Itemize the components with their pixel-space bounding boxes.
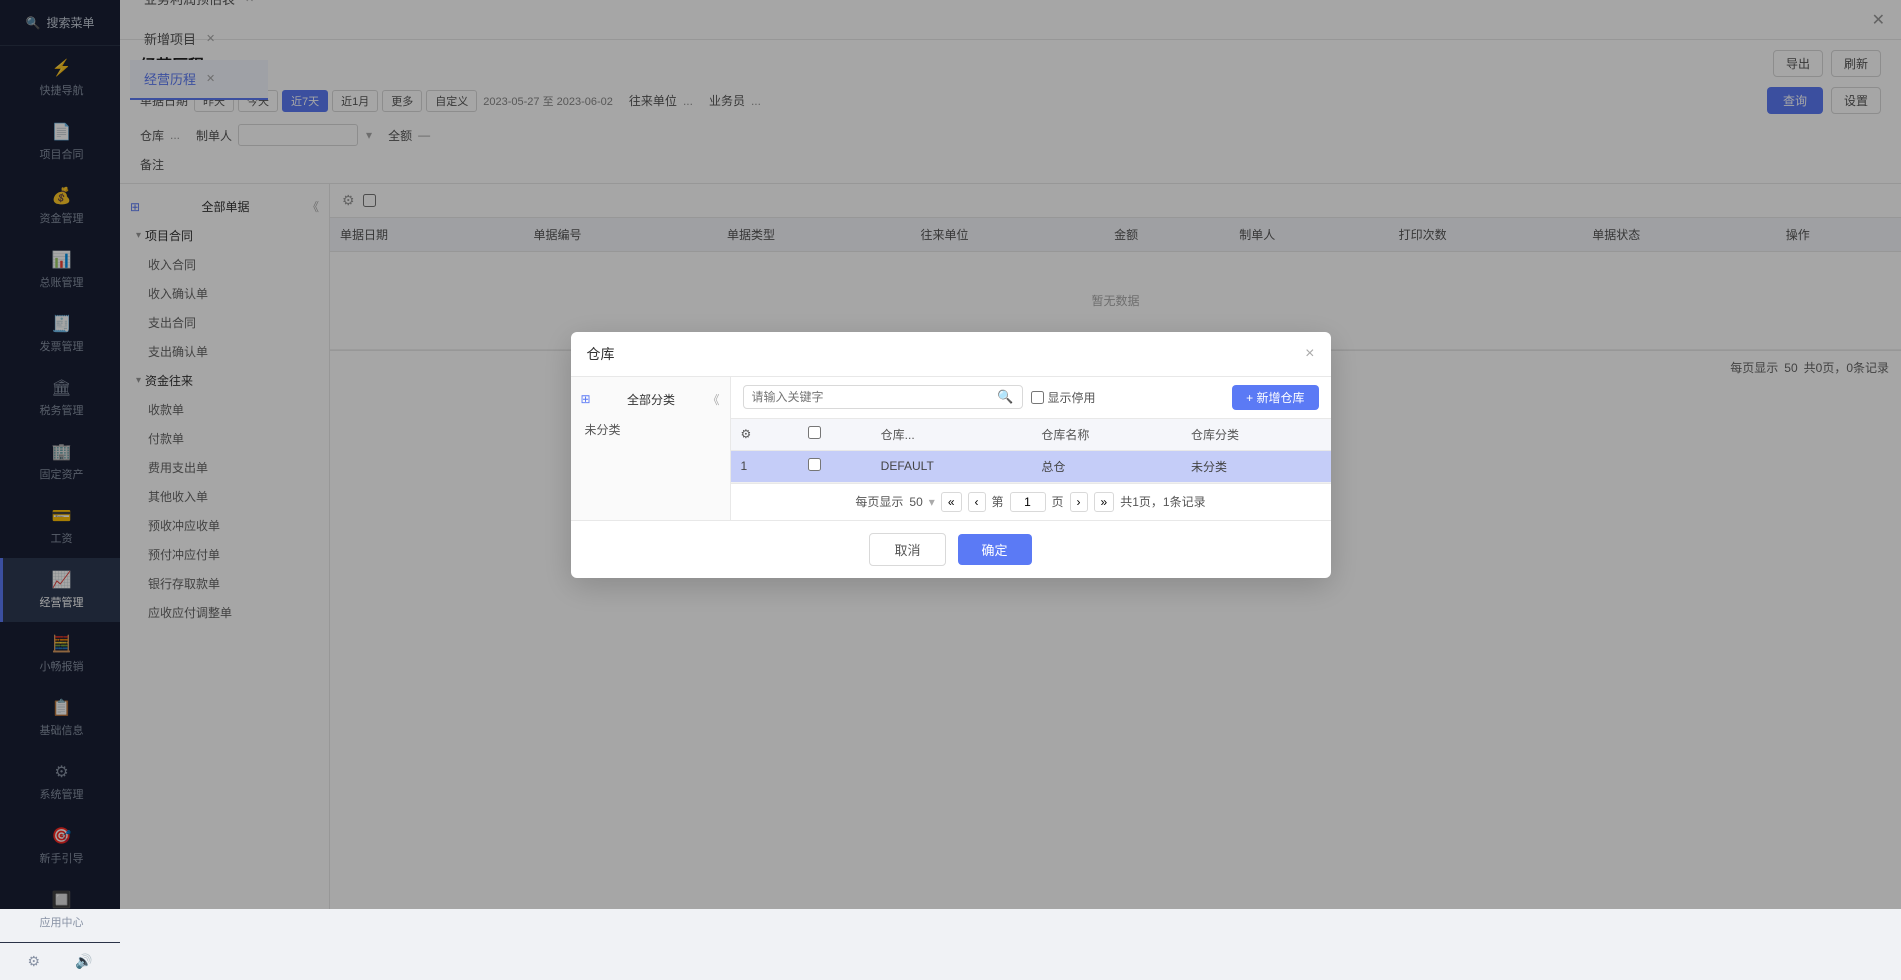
- modal-col-2: 仓库...: [871, 419, 1032, 451]
- modal-pagination: 每页显示 50 ▾ « ‹ 第 页 › » 共1页，1条记录: [731, 483, 1331, 520]
- modal-table-row[interactable]: 1 DEFAULT 总仓 未分类: [731, 450, 1331, 482]
- sidebar-bottom: ⚙ 🔊: [0, 942, 120, 980]
- modal-total-label: 共1页，1条记录: [1120, 493, 1205, 510]
- row-name: 总仓: [1031, 450, 1181, 482]
- modal-col-4: 仓库分类: [1181, 419, 1331, 451]
- row-category: 未分类: [1181, 450, 1331, 482]
- modal-cancel-button[interactable]: 取消: [869, 533, 945, 566]
- modal-title: 仓库: [587, 344, 615, 364]
- modal-category-panel: ⊞ 全部分类 《 未分类: [571, 377, 731, 520]
- show-disabled-checkbox-label[interactable]: 显示停用: [1031, 389, 1096, 406]
- modal-first-page-btn[interactable]: «: [941, 492, 962, 512]
- modal-body: ⊞ 全部分类 《 未分类 🔍 显示停用 + 新增仓库: [571, 377, 1331, 520]
- modal-search-box[interactable]: 🔍: [743, 385, 1023, 409]
- modal-page-label-pre: 第: [992, 493, 1004, 510]
- show-disabled-checkbox[interactable]: [1031, 391, 1044, 404]
- row-checkbox-cell[interactable]: [798, 450, 871, 482]
- modal-close-button[interactable]: ×: [1305, 345, 1314, 363]
- modal-next-page-btn[interactable]: ›: [1070, 492, 1088, 512]
- modal-footer: 取消 确定: [571, 520, 1331, 578]
- modal-warehouse-table: ⚙ 仓库...仓库名称仓库分类 1 DEFAULT 总仓 未分类: [731, 419, 1331, 483]
- modal-search-input[interactable]: [752, 390, 994, 404]
- modal-select-all[interactable]: [808, 426, 821, 439]
- modal-page-input[interactable]: [1010, 492, 1046, 512]
- modal-prev-page-btn[interactable]: ‹: [968, 492, 986, 512]
- modal-toolbar: 🔍 显示停用 + 新增仓库: [731, 377, 1331, 419]
- row-checkbox[interactable]: [808, 458, 821, 471]
- modal-category-title: 全部分类: [627, 391, 675, 408]
- row-num: 1: [731, 450, 799, 482]
- modal-last-page-btn[interactable]: »: [1094, 492, 1115, 512]
- modal-category-collapse-icon[interactable]: 《: [707, 391, 719, 408]
- modal-col-3: 仓库名称: [1031, 419, 1181, 451]
- modal-category-header[interactable]: ⊞ 全部分类 《: [571, 385, 730, 414]
- modal-header: 仓库 ×: [571, 332, 1331, 377]
- modal-page-label: 页: [1052, 493, 1064, 510]
- settings-icon[interactable]: ⚙: [28, 953, 41, 970]
- modal-category-item-unclassified[interactable]: 未分类: [571, 414, 730, 445]
- modal-page-size-value: 50: [909, 495, 922, 509]
- row-code: DEFAULT: [871, 450, 1032, 482]
- modal-col-1: [798, 419, 871, 451]
- modal-page-size-label: 每页显示: [855, 493, 903, 510]
- modal-overlay: 仓库 × ⊞ 全部分类 《 未分类 🔍: [0, 0, 1901, 909]
- settings-col-icon[interactable]: ⚙: [741, 427, 752, 441]
- warehouse-modal: 仓库 × ⊞ 全部分类 《 未分类 🔍: [571, 332, 1331, 578]
- show-disabled-label: 显示停用: [1048, 389, 1096, 406]
- modal-confirm-button[interactable]: 确定: [958, 534, 1032, 565]
- audio-icon[interactable]: 🔊: [75, 953, 92, 970]
- modal-col-0: ⚙: [731, 419, 799, 451]
- category-grid-icon: ⊞: [581, 392, 591, 406]
- sidebar-label-app-center: 应用中心: [40, 914, 84, 930]
- modal-search-icon: 🔍: [997, 389, 1013, 405]
- modal-table-wrap: ⚙ 仓库...仓库名称仓库分类 1 DEFAULT 总仓 未分类: [731, 419, 1331, 483]
- modal-page-size-dropdown[interactable]: ▾: [929, 495, 935, 509]
- modal-table-panel: 🔍 显示停用 + 新增仓库 ⚙仓库...仓库名称仓库分类 1 DEFAU: [731, 377, 1331, 520]
- add-warehouse-button[interactable]: + 新增仓库: [1232, 385, 1318, 410]
